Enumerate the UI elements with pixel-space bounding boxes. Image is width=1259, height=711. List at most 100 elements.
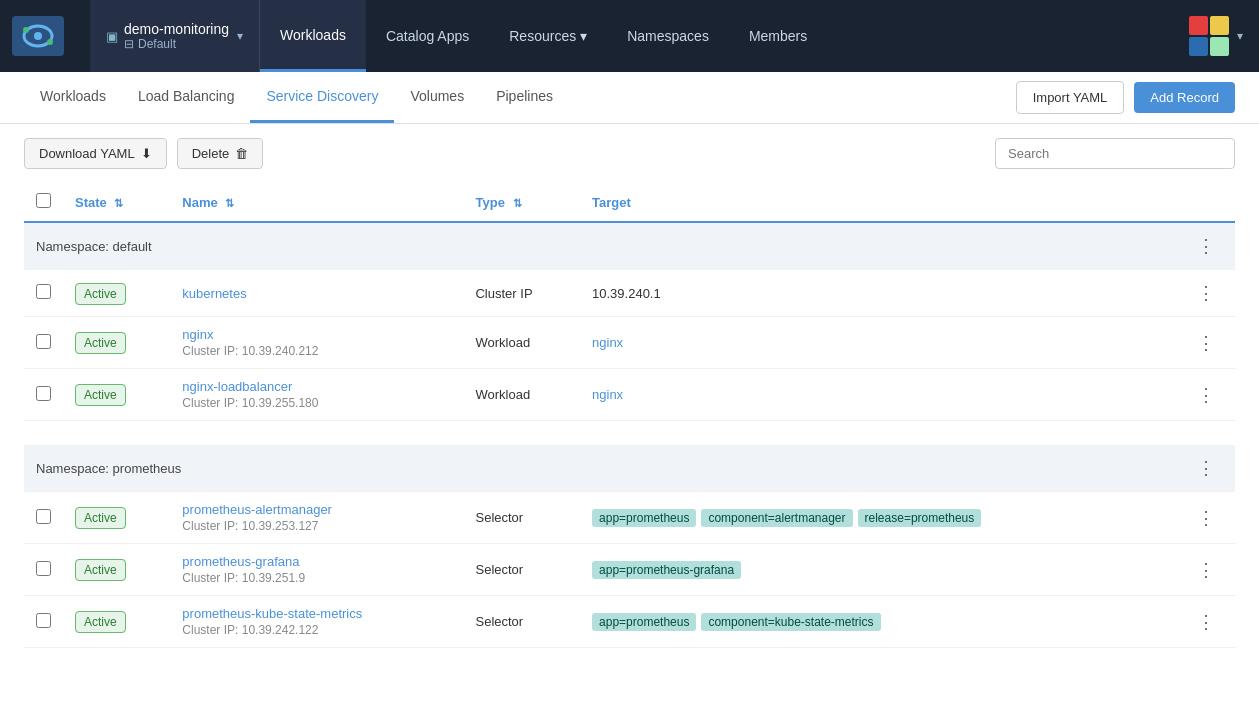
state-cell: Active: [63, 596, 170, 648]
nav-links: Workloads Catalog Apps Resources ▾ Names…: [260, 0, 1173, 72]
select-all-checkbox[interactable]: [36, 193, 51, 208]
add-record-button[interactable]: Add Record: [1134, 82, 1235, 113]
tag-chip: component=alertmanager: [701, 509, 852, 527]
record-subtext: Cluster IP: 10.39.242.122: [182, 623, 451, 637]
row-checkbox[interactable]: [36, 386, 51, 401]
type-cell: Workload: [463, 369, 580, 421]
rancher-logo: [12, 16, 64, 56]
actions-column-header: [1177, 183, 1235, 222]
row-checkbox[interactable]: [36, 334, 51, 349]
target-link[interactable]: nginx: [592, 387, 623, 402]
row-more-button[interactable]: ⋮: [1189, 280, 1223, 306]
logo-area: [0, 16, 90, 56]
record-subtext: Cluster IP: 10.39.253.127: [182, 519, 451, 533]
tags-container: app=prometheus-grafana: [592, 559, 1165, 581]
project-sub: ⊟ Default: [124, 37, 229, 51]
record-name-link[interactable]: prometheus-grafana: [182, 554, 299, 569]
tag-chip: component=kube-state-metrics: [701, 613, 880, 631]
sub-nav-actions: Import YAML Add Record: [1016, 81, 1235, 114]
row-actions-cell: ⋮: [1177, 317, 1235, 369]
table-row: Active prometheus-alertmanager Cluster IP:…: [24, 492, 1235, 544]
table-container: State ⇅ Name ⇅ Type ⇅ Target Namespace: …: [0, 183, 1259, 648]
row-more-button[interactable]: ⋮: [1189, 330, 1223, 356]
state-cell: Active: [63, 544, 170, 596]
toolbar: Download YAML ⬇ Delete 🗑: [0, 124, 1259, 183]
record-name-link[interactable]: kubernetes: [182, 286, 246, 301]
record-subtext: Cluster IP: 10.39.251.9: [182, 571, 451, 585]
row-actions-cell: ⋮: [1177, 544, 1235, 596]
record-name-link[interactable]: nginx: [182, 327, 213, 342]
row-checkbox[interactable]: [36, 561, 51, 576]
type-cell: Cluster IP: [463, 270, 580, 317]
tag-chip: app=prometheus: [592, 613, 696, 631]
row-more-button[interactable]: ⋮: [1189, 609, 1223, 635]
tab-volumes[interactable]: Volumes: [394, 72, 480, 123]
nav-namespaces[interactable]: Namespaces: [607, 0, 729, 72]
row-actions-cell: ⋮: [1177, 596, 1235, 648]
row-checkbox[interactable]: [36, 509, 51, 524]
name-column-header[interactable]: Name ⇅: [170, 183, 463, 222]
project-selector[interactable]: ▣ demo-monitoring ⊟ Default ▾: [90, 0, 260, 72]
resources-chevron-icon: ▾: [580, 28, 587, 44]
tag-chip: app=prometheus-grafana: [592, 561, 741, 579]
namespace-row: Namespace: prometheus⋮: [24, 445, 1235, 492]
target-link[interactable]: nginx: [592, 335, 623, 350]
status-badge: Active: [75, 384, 126, 406]
select-all-header[interactable]: [24, 183, 63, 222]
name-cell: kubernetes: [170, 270, 463, 317]
row-more-button[interactable]: ⋮: [1189, 505, 1223, 531]
state-cell: Active: [63, 317, 170, 369]
record-name-link[interactable]: prometheus-kube-state-metrics: [182, 606, 362, 621]
download-icon: ⬇: [141, 146, 152, 161]
tab-pipelines[interactable]: Pipelines: [480, 72, 569, 123]
sub-nav: Workloads Load Balancing Service Discove…: [0, 72, 1259, 124]
status-badge: Active: [75, 332, 126, 354]
tab-workloads[interactable]: Workloads: [24, 72, 122, 123]
namespace-row: Namespace: default⋮: [24, 222, 1235, 270]
service-discovery-table: State ⇅ Name ⇅ Type ⇅ Target Namespace: …: [24, 183, 1235, 648]
nav-resources[interactable]: Resources ▾: [489, 0, 607, 72]
row-more-button[interactable]: ⋮: [1189, 557, 1223, 583]
tags-container: app=prometheuscomponent=alertmanagerrele…: [592, 507, 1165, 529]
nav-catalog-apps[interactable]: Catalog Apps: [366, 0, 489, 72]
type-column-header[interactable]: Type ⇅: [463, 183, 580, 222]
target-cell: app=prometheus-grafana: [580, 544, 1177, 596]
table-row: Active prometheus-kube-state-metrics Clust…: [24, 596, 1235, 648]
row-more-button[interactable]: ⋮: [1189, 382, 1223, 408]
svg-point-2: [34, 32, 42, 40]
status-badge: Active: [75, 283, 126, 305]
nav-workloads[interactable]: Workloads: [260, 0, 366, 72]
row-actions-cell: ⋮: [1177, 270, 1235, 317]
namespace-more-button[interactable]: ⋮: [1189, 233, 1223, 259]
import-yaml-button[interactable]: Import YAML: [1016, 81, 1125, 114]
row-checkbox[interactable]: [36, 613, 51, 628]
project-chevron-icon: ▾: [237, 29, 243, 43]
type-cell: Selector: [463, 596, 580, 648]
record-name-link[interactable]: prometheus-alertmanager: [182, 502, 332, 517]
sub-nav-tabs: Workloads Load Balancing Service Discove…: [24, 72, 569, 123]
record-subtext: Cluster IP: 10.39.255.180: [182, 396, 451, 410]
state-column-header[interactable]: State ⇅: [63, 183, 170, 222]
tab-load-balancing[interactable]: Load Balancing: [122, 72, 251, 123]
table-row: Active prometheus-grafana Cluster IP: 10.3…: [24, 544, 1235, 596]
state-cell: Active: [63, 492, 170, 544]
row-actions-cell: ⋮: [1177, 369, 1235, 421]
toolbar-left: Download YAML ⬇ Delete 🗑: [24, 138, 263, 169]
row-actions-cell: ⋮: [1177, 492, 1235, 544]
type-cell: Selector: [463, 492, 580, 544]
svg-point-3: [23, 27, 29, 33]
avatar[interactable]: [1189, 16, 1229, 56]
nav-members[interactable]: Members: [729, 0, 827, 72]
name-cell: prometheus-grafana Cluster IP: 10.39.251.…: [170, 544, 463, 596]
search-input[interactable]: [995, 138, 1235, 169]
row-checkbox[interactable]: [36, 284, 51, 299]
download-yaml-button[interactable]: Download YAML ⬇: [24, 138, 167, 169]
svg-point-4: [47, 39, 53, 45]
name-cell: nginxCluster IP: 10.39.240.212: [170, 317, 463, 369]
tab-service-discovery[interactable]: Service Discovery: [250, 72, 394, 123]
record-name-link[interactable]: nginx-loadbalancer: [182, 379, 292, 394]
delete-button[interactable]: Delete 🗑: [177, 138, 264, 169]
top-nav: ▣ demo-monitoring ⊟ Default ▾ Workloads …: [0, 0, 1259, 72]
namespace-more-button[interactable]: ⋮: [1189, 455, 1223, 481]
state-sort-icon: ⇅: [114, 197, 123, 209]
